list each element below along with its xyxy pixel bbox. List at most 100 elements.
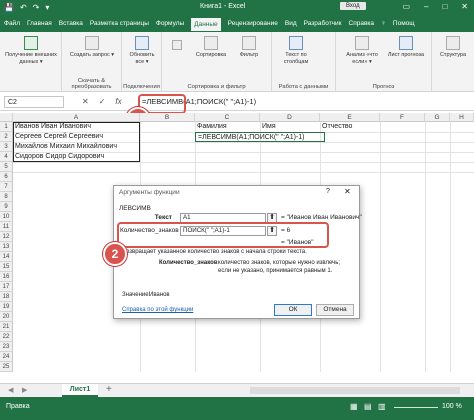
row-header[interactable]: 7 [0,182,13,192]
page-break-view-icon[interactable]: ▥ [378,402,386,411]
row-header[interactable]: 18 [0,292,13,302]
sheet-prev-icon[interactable]: ◀ [8,386,13,394]
tab-formulas[interactable]: Формулы [156,20,184,27]
sheet-next-icon[interactable]: ▶ [22,386,27,394]
zoom-slider[interactable] [394,407,438,408]
row-header[interactable]: 22 [0,332,13,342]
text-columns-icon [289,36,303,50]
minimize-icon[interactable]: – [424,2,428,11]
row-header[interactable]: 3 [0,142,13,152]
row-header[interactable]: 11 [0,222,13,232]
save-icon[interactable]: 💾 [4,3,14,12]
row-header[interactable]: 17 [0,282,13,292]
column-header-d[interactable]: D [260,113,320,122]
normal-view-icon[interactable]: ▦ [350,402,358,411]
column-header-e[interactable]: E [320,113,380,122]
cancel-button[interactable]: Отмена [316,304,354,316]
add-sheet-icon[interactable]: + [106,384,112,395]
dialog-title: Аргументы функции [119,189,180,196]
row-header[interactable]: 20 [0,312,13,322]
row-header[interactable]: 16 [0,272,13,282]
tab-page-layout[interactable]: Разметка страницы [90,20,149,27]
callout-2-badge: 2 [103,242,127,266]
row-header[interactable]: 21 [0,322,13,332]
row-header[interactable]: 4 [0,152,13,162]
lightbulb-icon[interactable]: ♀ [381,20,386,27]
tab-developer[interactable]: Разработчик [304,20,342,27]
enter-icon[interactable]: ✓ [99,97,106,106]
row-header[interactable]: 13 [0,242,13,252]
close-icon[interactable]: ✕ [461,2,468,11]
page-layout-view-icon[interactable]: ▤ [364,402,372,411]
row-header[interactable]: 14 [0,252,13,262]
function-name: ЛЕВСИМВ [119,205,151,212]
column-header-h[interactable]: H [450,113,474,122]
create-query-button[interactable]: Создать запрос ▾ [68,36,116,59]
undo-icon[interactable]: ↶ [20,3,27,12]
tab-insert[interactable]: Вставка [59,20,83,27]
text-to-columns-button[interactable]: Текст по столбцам [276,36,316,66]
cell-a1[interactable]: Иванов Иван Иванович [13,122,140,132]
help-icon[interactable]: ? [326,188,330,195]
row-header[interactable]: 1 [0,122,13,132]
row-header[interactable]: 5 [0,162,13,172]
cell-c1[interactable]: Фамилия [195,122,260,132]
filter-icon [242,36,256,50]
row-header[interactable]: 25 [0,362,13,372]
column-header-c[interactable]: C [195,113,260,122]
get-external-data-button[interactable]: Получение внешних данных ▾ [4,36,58,66]
column-header-a[interactable]: A [13,113,140,122]
group-forecast: Анализ «что если» ▾ Лист прогноза Прогно… [336,32,432,92]
cell-e1[interactable]: Отчество [320,122,380,132]
redo-icon[interactable]: ↷ [33,3,40,12]
forecast-sheet-button[interactable]: Лист прогноза [386,36,426,59]
tab-view[interactable]: Вид [285,20,297,27]
tab-home[interactable]: Главная [27,20,52,27]
row-header[interactable]: 6 [0,172,13,182]
cell-c2-active[interactable]: =ЛЕВСИМВ(A1;ПОИСК(" ";A1)-1) [195,132,325,142]
refresh-all-button[interactable]: Обновить все ▾ [126,36,158,66]
cell-a3[interactable]: Михайлов Михаил Михайлович [13,142,140,152]
row-header[interactable]: 15 [0,262,13,272]
tab-file[interactable]: Файл [4,20,20,27]
help-link[interactable]: Справка по этой функции [122,306,193,314]
cell-d1[interactable]: Имя [260,122,320,132]
row-header[interactable]: 10 [0,212,13,222]
row-header[interactable]: 12 [0,232,13,242]
group-connections: Обновить все ▾ Подключения [122,32,162,92]
close-icon[interactable]: ✕ [344,187,351,196]
row-header[interactable]: 2 [0,132,13,142]
filter-button[interactable]: Фильтр [232,36,266,59]
column-header-f[interactable]: F [380,113,425,122]
structure-button[interactable]: Структура [434,36,472,59]
tab-data[interactable]: Данные [191,18,221,31]
ok-button[interactable]: ОК [274,304,312,316]
what-if-button[interactable]: Анализ «что если» ▾ [340,36,384,66]
tab-review[interactable]: Рецензирование [228,20,278,27]
row-header[interactable]: 9 [0,202,13,212]
ribbon-display-icon[interactable]: ▭ [402,2,410,11]
sort-az-button[interactable] [170,40,184,52]
name-box[interactable]: C2 [4,96,64,108]
horizontal-scrollbar[interactable] [250,387,460,394]
select-all-corner[interactable] [0,113,13,122]
zoom-level[interactable]: 100 % [442,403,462,410]
insert-function-icon[interactable]: fx [115,97,121,106]
customize-qat-icon[interactable]: ▾ [45,3,49,12]
column-header-b[interactable]: B [140,113,195,122]
sheet-tab-list1[interactable]: Лист1 [62,384,98,397]
tab-help[interactable]: Справка [349,20,375,27]
cell-a2[interactable]: Сергеев Сергей Сергеевич [13,132,140,142]
status-mode: Правка [6,403,30,410]
row-header[interactable]: 23 [0,342,13,352]
signin-button[interactable]: Вход [340,2,366,10]
row-header[interactable]: 8 [0,192,13,202]
restore-icon[interactable]: □ [442,2,447,11]
row-header[interactable]: 24 [0,352,13,362]
row-header[interactable]: 19 [0,302,13,312]
tab-tell-me[interactable]: Помощ [393,20,415,27]
column-header-g[interactable]: G [425,113,450,122]
cell-a4[interactable]: Сидоров Сидор Сидорович [13,152,140,162]
sort-button[interactable]: Сортировка [192,36,230,59]
cancel-icon[interactable]: ✕ [82,97,89,106]
